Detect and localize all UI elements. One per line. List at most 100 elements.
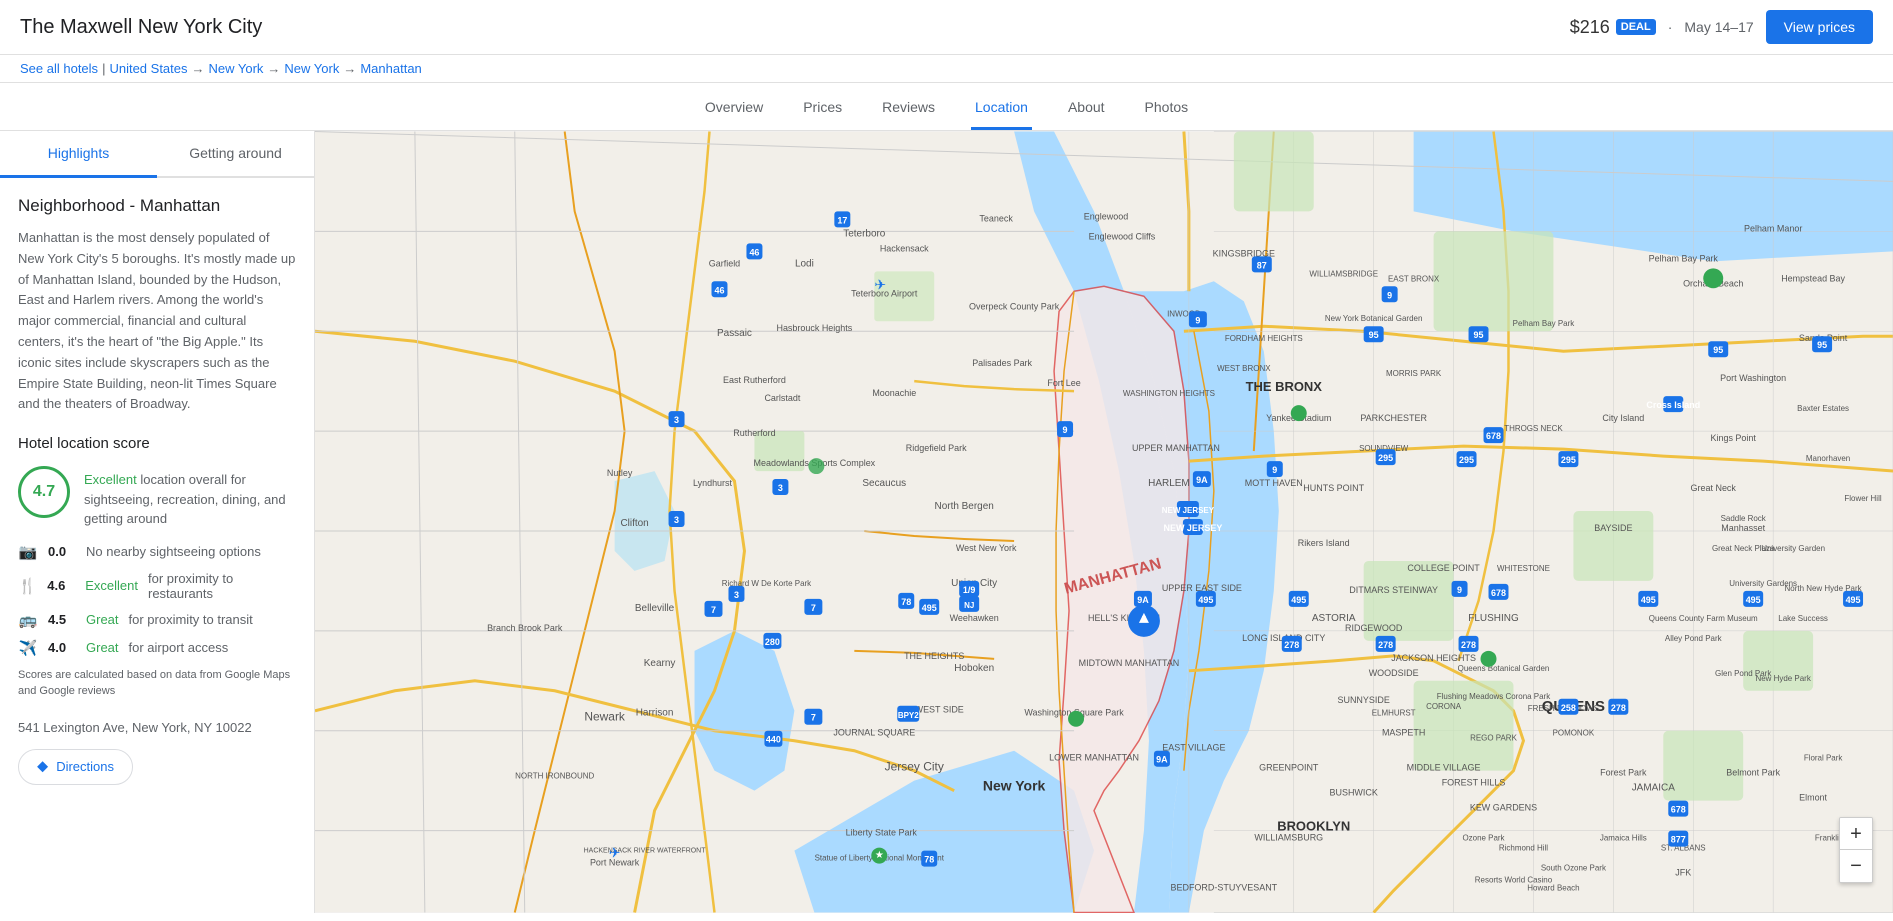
svg-text:9: 9: [1195, 315, 1200, 325]
tab-location[interactable]: Location: [971, 87, 1032, 130]
sub-tab-getting-around[interactable]: Getting around: [157, 131, 314, 178]
svg-text:West New York: West New York: [956, 543, 1017, 553]
nav-tabs: Overview Prices Reviews Location About P…: [0, 83, 1893, 131]
svg-text:Moonachie: Moonachie: [872, 388, 916, 398]
svg-text:Belmont Park: Belmont Park: [1726, 768, 1780, 778]
svg-text:17: 17: [837, 215, 847, 225]
neighborhood-desc: Manhattan is the most densely populated …: [18, 228, 296, 415]
tab-photos[interactable]: Photos: [1141, 87, 1193, 130]
svg-text:Branch Brook Park: Branch Brook Park: [487, 623, 563, 633]
svg-text:FOREST HILLS: FOREST HILLS: [1442, 778, 1506, 788]
svg-text:Rutherford: Rutherford: [733, 428, 775, 438]
sub-tab-highlights[interactable]: Highlights: [0, 131, 157, 178]
tab-overview[interactable]: Overview: [701, 87, 767, 130]
svg-text:Lake Success: Lake Success: [1778, 614, 1828, 623]
svg-text:SUNNYSIDE: SUNNYSIDE: [1338, 695, 1390, 705]
svg-text:Harrison: Harrison: [636, 708, 674, 719]
svg-text:Hoboken: Hoboken: [954, 663, 994, 674]
svg-text:WHITESTONE: WHITESTONE: [1497, 564, 1550, 573]
svg-text:495: 495: [922, 603, 937, 613]
svg-text:University Gardens: University Gardens: [1729, 579, 1797, 588]
svg-text:9: 9: [1063, 425, 1068, 435]
view-prices-button[interactable]: View prices: [1766, 10, 1873, 44]
sub-score-restaurants: 🍴 4.6 Excellent for proximity to restaur…: [18, 571, 296, 601]
map-area[interactable]: MANHATTAN THE BRONX QUEENS BROOKLYN New …: [315, 131, 1893, 913]
svg-text:Port Washington: Port Washington: [1720, 373, 1786, 383]
sub-tabs: Highlights Getting around: [0, 131, 314, 178]
svg-text:95: 95: [1474, 330, 1484, 340]
svg-text:MORRIS PARK: MORRIS PARK: [1386, 369, 1442, 378]
tab-reviews[interactable]: Reviews: [878, 87, 939, 130]
breadcrumb-see-all[interactable]: See all hotels: [20, 61, 98, 76]
zoom-in-button[interactable]: +: [1840, 818, 1872, 850]
svg-text:278: 278: [1611, 703, 1626, 713]
svg-text:North Bergen: North Bergen: [935, 501, 994, 512]
location-score-row: 4.7 Excellent location overall for sight…: [18, 466, 296, 529]
svg-text:9: 9: [1272, 465, 1277, 475]
svg-text:JACKSON HEIGHTS: JACKSON HEIGHTS: [1391, 653, 1476, 663]
svg-text:City Island: City Island: [1602, 413, 1644, 423]
svg-text:9: 9: [1457, 585, 1462, 595]
svg-text:Floral Park: Floral Park: [1804, 754, 1843, 763]
svg-text:Queens County Farm Museum: Queens County Farm Museum: [1649, 614, 1758, 623]
svg-text:HACKENSACK RIVER WATERFRONT: HACKENSACK RIVER WATERFRONT: [584, 848, 707, 855]
svg-text:BROOKLYN: BROOKLYN: [1277, 819, 1350, 834]
svg-text:DITMARS STEINWAY: DITMARS STEINWAY: [1349, 585, 1438, 595]
breadcrumb-manhattan[interactable]: Manhattan: [360, 61, 421, 76]
svg-text:7: 7: [711, 605, 716, 615]
score-description: Excellent location overall for sightseei…: [84, 466, 296, 529]
directions-button[interactable]: ⬥ Directions: [18, 749, 133, 785]
svg-text:Flushing Meadows Corona Park: Flushing Meadows Corona Park: [1437, 692, 1550, 701]
svg-text:3: 3: [778, 483, 783, 493]
svg-text:JAMAICA: JAMAICA: [1632, 783, 1676, 794]
breadcrumb-united-states[interactable]: United States: [109, 61, 187, 76]
svg-text:HUNTS POINT: HUNTS POINT: [1303, 483, 1364, 493]
breadcrumb-new-york-2[interactable]: New York: [284, 61, 339, 76]
svg-text:NJ: NJ: [964, 601, 974, 610]
svg-text:EAST VILLAGE: EAST VILLAGE: [1162, 743, 1225, 753]
svg-text:REGO PARK: REGO PARK: [1470, 734, 1517, 743]
hotel-address: 541 Lexington Ave, New York, NY 10022: [18, 716, 296, 735]
svg-text:295: 295: [1561, 455, 1576, 465]
zoom-out-button[interactable]: −: [1840, 850, 1872, 882]
svg-text:9A: 9A: [1196, 475, 1208, 485]
left-panel: Highlights Getting around Neighborhood -…: [0, 131, 315, 913]
svg-text:Palisades Park: Palisades Park: [972, 358, 1032, 368]
tab-about[interactable]: About: [1064, 87, 1109, 130]
svg-text:✈: ✈: [609, 845, 621, 861]
svg-text:UPPER MANHATTAN: UPPER MANHATTAN: [1132, 443, 1220, 453]
airport-score: 4.0: [48, 640, 76, 655]
svg-text:Saddle Rock: Saddle Rock: [1721, 514, 1766, 523]
svg-text:Garfield: Garfield: [709, 258, 740, 268]
breadcrumb-new-york-1[interactable]: New York: [209, 61, 264, 76]
svg-text:Teterboro: Teterboro: [843, 228, 886, 239]
svg-text:Weehawken: Weehawken: [950, 613, 999, 623]
svg-text:Pelham Bay Park: Pelham Bay Park: [1649, 253, 1719, 263]
restaurant-icon: 🍴: [18, 577, 37, 595]
svg-text:Hasbrouck Heights: Hasbrouck Heights: [776, 323, 852, 333]
svg-text:South Ozone Park: South Ozone Park: [1541, 864, 1606, 873]
svg-text:95: 95: [1369, 330, 1379, 340]
map-zoom-controls[interactable]: + −: [1839, 817, 1873, 883]
svg-text:278: 278: [1378, 640, 1393, 650]
svg-text:MASPETH: MASPETH: [1382, 728, 1425, 738]
svg-text:Manorhaven: Manorhaven: [1806, 454, 1850, 463]
svg-text:78: 78: [924, 855, 934, 865]
location-score-title: Hotel location score: [18, 435, 296, 452]
svg-text:Cross Island: Cross Island: [1646, 400, 1700, 410]
svg-text:78: 78: [901, 597, 911, 607]
svg-text:EAST BRONX: EAST BRONX: [1388, 274, 1440, 283]
svg-text:✈: ✈: [874, 276, 886, 292]
svg-text:495: 495: [1198, 595, 1213, 605]
tab-prices[interactable]: Prices: [799, 87, 846, 130]
svg-text:258: 258: [1561, 703, 1576, 713]
svg-text:9: 9: [1387, 290, 1392, 300]
svg-text:Liberty State Park: Liberty State Park: [846, 828, 918, 838]
svg-text:278: 278: [1284, 640, 1299, 650]
svg-text:Nutley: Nutley: [607, 468, 633, 478]
price-value: $216: [1570, 17, 1610, 38]
svg-text:MIDTOWN MANHATTAN: MIDTOWN MANHATTAN: [1079, 658, 1180, 668]
svg-text:87: 87: [1257, 260, 1267, 270]
svg-text:295: 295: [1459, 455, 1474, 465]
svg-text:46: 46: [749, 247, 759, 257]
